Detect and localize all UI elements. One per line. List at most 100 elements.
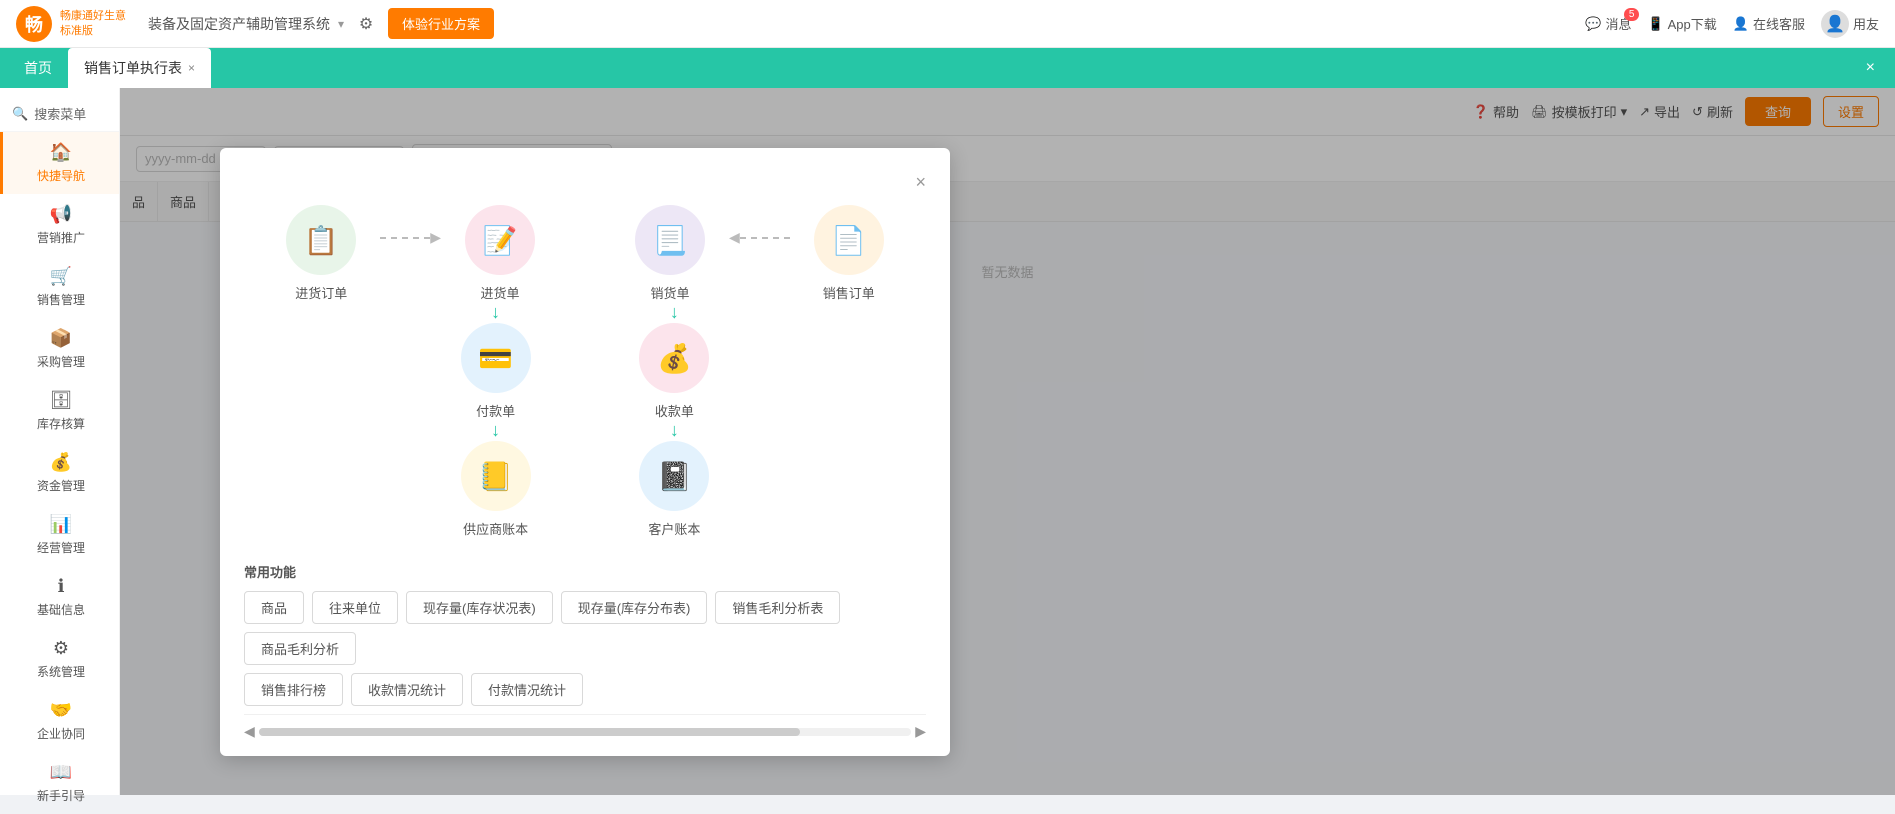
purchase-order-icon: 📋 xyxy=(304,224,339,257)
flow-node-customer: 📓 客户账本 xyxy=(619,441,729,538)
tab-close-icon[interactable]: × xyxy=(188,61,195,75)
arrow-down-payment: ↓ xyxy=(491,302,500,323)
modal-header: × xyxy=(244,172,926,193)
sales-order-icon: 📄 xyxy=(831,224,866,257)
flow-node-purchase-order: 📋 进货订单 xyxy=(266,205,376,302)
flow-node-sales-bill: 📃 销货单 xyxy=(615,205,725,302)
flow-node-sales-order: 📄 销售订单 xyxy=(794,205,904,302)
flow-modal: × 📋 进货订单 xyxy=(220,148,950,756)
arrow-down-receipt: ↓ xyxy=(670,302,679,323)
search-icon: 🔍 xyxy=(12,106,28,122)
supplier-label: 供应商账本 xyxy=(463,519,528,538)
customer-icon: 📓 xyxy=(657,460,692,493)
func-btn-stock-dist[interactable]: 现存量(库存分布表) xyxy=(561,591,708,624)
message-icon: 💬 xyxy=(1585,16,1601,32)
search-menu-btn[interactable]: 🔍 搜索菜单 xyxy=(0,96,119,132)
purchase-order-label: 进货订单 xyxy=(295,283,347,302)
purchase-bill-circle: 📝 xyxy=(465,205,535,275)
header-right: 💬 消息 5 📱 App下载 👤 在线客服 👤 用友 xyxy=(1585,10,1879,38)
func-btn-stock-status[interactable]: 现存量(库存状况表) xyxy=(406,591,553,624)
arrow-down-supplier: ↓ xyxy=(491,420,500,441)
func-btn-payment-stat[interactable]: 付款情况统计 xyxy=(471,673,583,706)
online-service-btn[interactable]: 👤 在线客服 xyxy=(1733,14,1805,33)
sales-bill-circle: 📃 xyxy=(635,205,705,275)
supplier-circle: 📒 xyxy=(461,441,531,511)
flow-node-payment: 💳 付款单 xyxy=(441,323,551,420)
func-btn-contacts[interactable]: 往来单位 xyxy=(312,591,398,624)
payment-icon: 💳 xyxy=(478,342,513,375)
sidebar: 🔍 搜索菜单 🏠 快捷导航 📢 营销推广 🛒 销售管理 📦 采购管理 🗄 库存核… xyxy=(0,88,120,795)
basic-icon: ℹ xyxy=(58,576,65,597)
main-close-icon[interactable]: × xyxy=(1866,59,1887,77)
arrow-down-customer: ↓ xyxy=(670,420,679,441)
sidebar-item-marketing[interactable]: 📢 营销推广 xyxy=(0,194,119,256)
sidebar-item-inventory[interactable]: 🗄 库存核算 xyxy=(0,380,119,442)
message-badge: 5 xyxy=(1624,8,1640,21)
scroll-left-arrow[interactable]: ◀ xyxy=(244,723,255,740)
common-func-section: 常用功能 商品 往来单位 现存量(库存状况表) 现存量(库存分布表) 销售毛利分… xyxy=(244,562,926,706)
flow-diagram: 📋 进货订单 ▶ 📝 xyxy=(244,205,926,538)
marketing-icon: 📢 xyxy=(50,204,72,225)
sidebar-item-basic[interactable]: ℹ 基础信息 xyxy=(0,566,119,628)
sidebar-item-quick[interactable]: 🏠 快捷导航 xyxy=(0,132,119,194)
sidebar-item-purchase[interactable]: 📦 采购管理 xyxy=(0,318,119,380)
payment-label: 付款单 xyxy=(476,401,515,420)
func-btn-goods[interactable]: 商品 xyxy=(244,591,304,624)
content-area: ❓ 帮助 🖨 按模板打印 ▾ ↗ 导出 ↺ 刷新 查询 设置 xyxy=(120,88,1895,795)
scroll-thumb xyxy=(259,728,801,736)
func-btn-sales-rank[interactable]: 销售排行榜 xyxy=(244,673,343,706)
func-btns-row2: 销售排行榜 收款情况统计 付款情况统计 xyxy=(244,673,926,706)
tab-sales-order[interactable]: 销售订单执行表 × xyxy=(68,48,211,88)
sidebar-item-guide[interactable]: 📖 新手引导 xyxy=(0,752,119,814)
sidebar-item-collab[interactable]: 🤝 企业协同 xyxy=(0,690,119,752)
inventory-icon: 🗄 xyxy=(50,390,73,411)
app-dropdown-btn[interactable]: ▾ xyxy=(338,17,344,31)
finance-icon: 💰 xyxy=(50,452,72,473)
receipt-icon: 💰 xyxy=(657,342,692,375)
modal-close-btn[interactable]: × xyxy=(915,172,926,193)
customer-label: 客户账本 xyxy=(648,519,700,538)
flow-node-receipt: 💰 收款单 xyxy=(619,323,729,420)
message-btn[interactable]: 💬 消息 5 xyxy=(1585,14,1631,33)
sidebar-item-sales[interactable]: 🛒 销售管理 xyxy=(0,256,119,318)
user-area[interactable]: 👤 用友 xyxy=(1821,10,1879,38)
guide-icon: 📖 xyxy=(50,762,72,783)
purchase-bill-icon: 📝 xyxy=(483,224,518,257)
logo-text: 畅康通好生意 标准版 xyxy=(60,9,126,38)
func-btn-receipt-stat[interactable]: 收款情况统计 xyxy=(351,673,463,706)
supplier-icon: 📒 xyxy=(478,460,513,493)
app-title-text: 装备及固定资产辅助管理系统 xyxy=(148,14,330,34)
operation-icon: 📊 xyxy=(50,514,72,535)
customer-circle: 📓 xyxy=(639,441,709,511)
app-download-btn[interactable]: 📱 App下载 xyxy=(1647,14,1716,33)
sales-icon: 🛒 xyxy=(50,266,72,287)
purchase-icon: 📦 xyxy=(50,328,72,349)
payment-circle: 💳 xyxy=(461,323,531,393)
sidebar-item-finance[interactable]: 💰 资金管理 xyxy=(0,442,119,504)
sales-bill-label: 销货单 xyxy=(650,283,689,302)
sales-order-label: 销售订单 xyxy=(823,283,875,302)
purchase-order-circle: 📋 xyxy=(286,205,356,275)
sales-order-circle: 📄 xyxy=(814,205,884,275)
service-icon: 👤 xyxy=(1733,16,1749,32)
collab-icon: 🤝 xyxy=(50,700,72,721)
main-layout: 🔍 搜索菜单 🏠 快捷导航 📢 营销推广 🛒 销售管理 📦 采购管理 🗄 库存核… xyxy=(0,88,1895,795)
download-icon: 📱 xyxy=(1647,16,1663,32)
sidebar-item-operation[interactable]: 📊 经营管理 xyxy=(0,504,119,566)
receipt-circle: 💰 xyxy=(639,323,709,393)
settings-icon[interactable]: ⚙ xyxy=(352,10,380,38)
sidebar-item-system[interactable]: ⚙ 系统管理 xyxy=(0,628,119,690)
scroll-track[interactable] xyxy=(259,728,911,736)
sales-bill-icon: 📃 xyxy=(653,224,688,257)
receipt-label: 收款单 xyxy=(655,401,694,420)
scroll-right-arrow[interactable]: ▶ xyxy=(915,723,926,740)
func-btn-goods-margin[interactable]: 商品毛利分析 xyxy=(244,632,356,665)
func-btn-sales-margin[interactable]: 销售毛利分析表 xyxy=(715,591,840,624)
modal-scrollbar: ◀ ▶ xyxy=(244,714,926,740)
flow-node-purchase-bill: 📝 进货单 xyxy=(445,205,555,302)
trial-button[interactable]: 体验行业方案 xyxy=(388,8,494,39)
home-icon: 🏠 xyxy=(50,142,72,163)
logo-icon: 畅 xyxy=(16,6,52,42)
tab-home[interactable]: 首页 xyxy=(8,48,68,88)
purchase-bill-label: 进货单 xyxy=(480,283,519,302)
